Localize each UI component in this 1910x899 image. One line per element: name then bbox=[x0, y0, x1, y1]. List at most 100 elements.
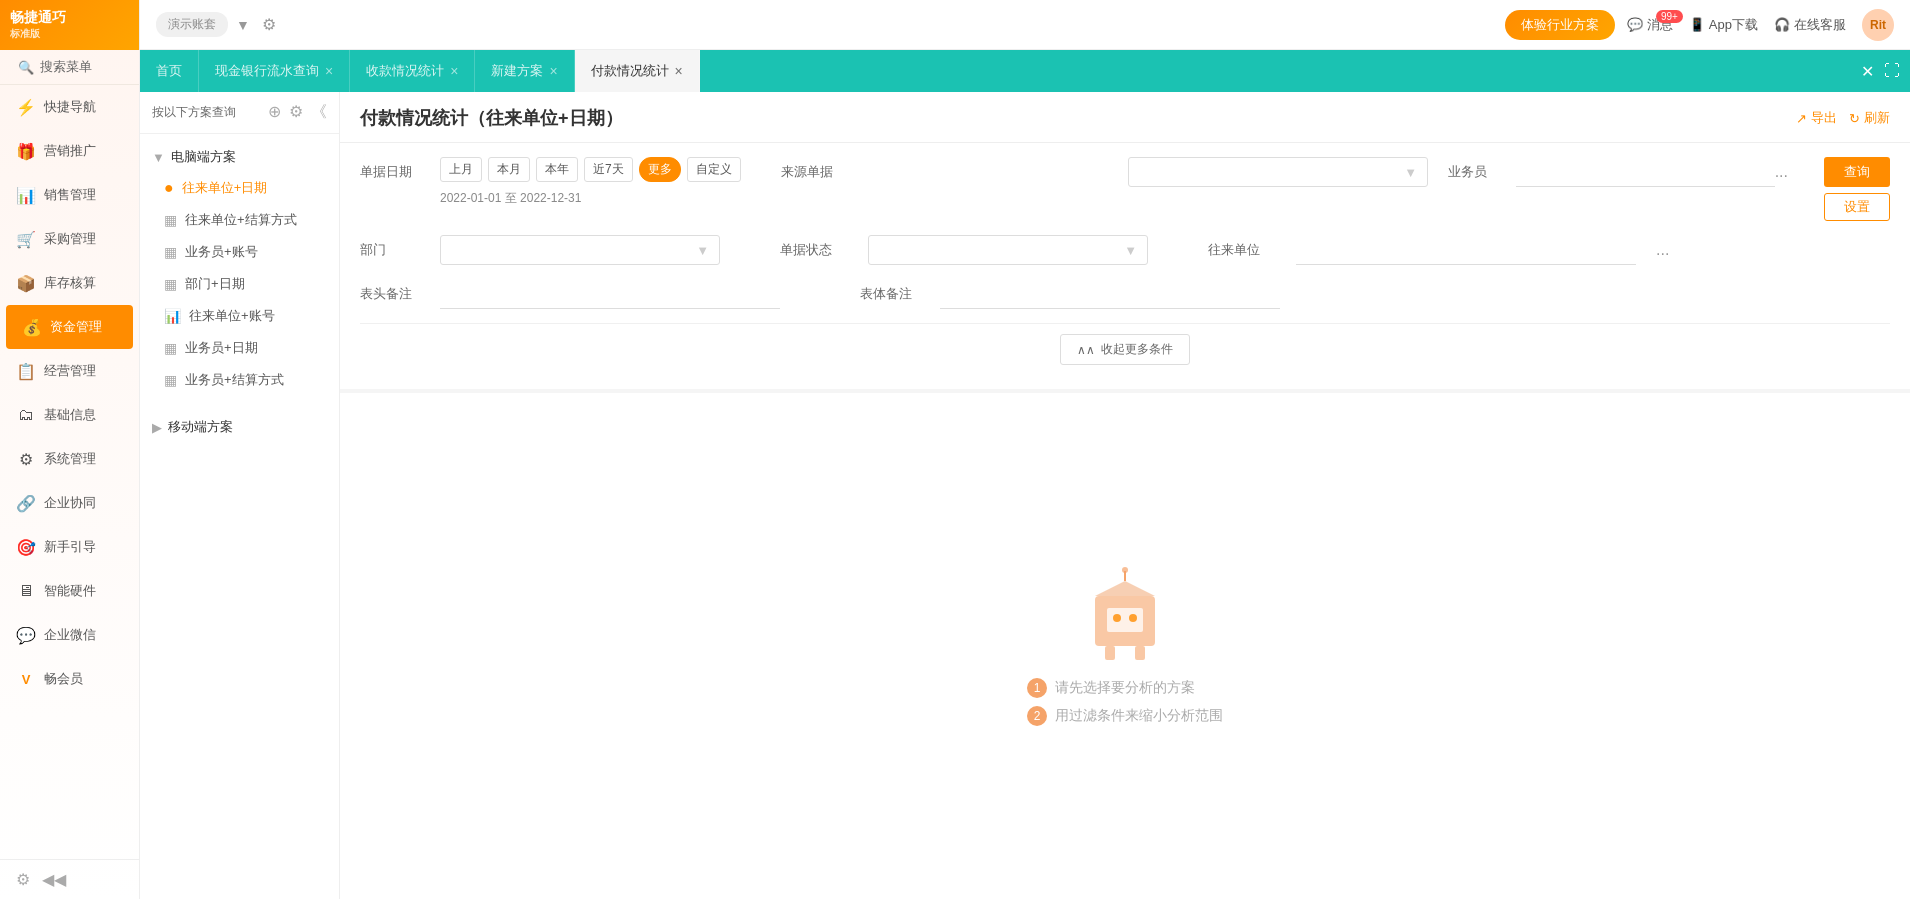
messages-item[interactable]: 💬 消息 99+ bbox=[1627, 16, 1673, 34]
dept-label: 部门 bbox=[360, 235, 420, 265]
empty-illustration bbox=[1065, 566, 1185, 666]
header-remark-input[interactable] bbox=[440, 279, 780, 309]
user-avatar[interactable]: Rit bbox=[1862, 9, 1894, 41]
scheme-item-dept-date[interactable]: ▦ 部门+日期 bbox=[140, 268, 339, 300]
salesperson-ellipsis[interactable]: ... bbox=[1775, 157, 1788, 187]
desktop-scheme-title[interactable]: ▼ 电脑端方案 bbox=[140, 142, 339, 172]
basic-info-icon: 🗂 bbox=[16, 405, 36, 425]
table-icon-4: ▦ bbox=[164, 340, 177, 356]
settings-gear-icon[interactable]: ⚙ bbox=[262, 15, 276, 34]
filter-settings-btn[interactable]: 设置 bbox=[1824, 193, 1890, 221]
purchase-icon: 🛒 bbox=[16, 229, 36, 249]
refresh-btn[interactable]: ↻ 刷新 bbox=[1849, 109, 1890, 127]
nav-item-member[interactable]: V 畅会员 bbox=[0, 657, 139, 701]
scheme-item-partner-date[interactable]: ● 往来单位+日期 bbox=[140, 172, 339, 204]
tab-cash-bank[interactable]: 现金银行流水查询 × bbox=[199, 50, 350, 92]
nav-item-purchase[interactable]: 🛒 采购管理 bbox=[0, 217, 139, 261]
date-group-container: 上月 本月 本年 近7天 更多 自定义 2022-01-01 至 2022-12… bbox=[440, 157, 741, 207]
table-icon-2: ▦ bbox=[164, 244, 177, 260]
scheme-item-salesperson-payment[interactable]: ▦ 业务员+结算方式 bbox=[140, 364, 339, 396]
dept-select[interactable]: ▼ bbox=[440, 235, 720, 265]
nav-item-label: 畅会员 bbox=[44, 670, 83, 688]
order-status-select[interactable]: ▼ bbox=[868, 235, 1148, 265]
tab-new-scheme[interactable]: 新建方案 × bbox=[475, 50, 574, 92]
content-area: 按以下方案查询 ⊕ ⚙ 《 ▼ 电脑端方案 ● 往来单位+日期 ▦ bbox=[140, 92, 1910, 899]
tab-receipts-close[interactable]: × bbox=[450, 63, 458, 79]
nav-item-operations[interactable]: 📋 经营管理 bbox=[0, 349, 139, 393]
svg-marker-1 bbox=[1095, 581, 1155, 596]
collapse-area: ∧∧ 收起更多条件 bbox=[360, 323, 1890, 375]
query-btn[interactable]: 查询 bbox=[1824, 157, 1890, 187]
partner-input[interactable] bbox=[1296, 235, 1636, 265]
date-btn-last-month[interactable]: 上月 bbox=[440, 157, 482, 182]
scheme-item-partner-account[interactable]: 📊 往来单位+账号 bbox=[140, 300, 339, 332]
nav-list: ⚡ 快捷导航 🎁 营销推广 📊 销售管理 🛒 采购管理 📦 库存核算 💰 资金管… bbox=[0, 85, 139, 859]
nav-item-hardware[interactable]: 🖥 智能硬件 bbox=[0, 569, 139, 613]
refresh-icon: ↻ bbox=[1849, 111, 1860, 126]
scheme-item-salesperson-account[interactable]: ▦ 业务员+账号 bbox=[140, 236, 339, 268]
nav-item-marketing[interactable]: 🎁 营销推广 bbox=[0, 129, 139, 173]
nav-item-guide[interactable]: 🎯 新手引导 bbox=[0, 525, 139, 569]
maximize-window-icon[interactable]: ⛶ bbox=[1884, 62, 1900, 80]
source-field: 来源单据 ▼ bbox=[781, 157, 1428, 187]
topbar: 演示账套 ▼ ⚙ 体验行业方案 💬 消息 99+ 📱 App下载 🎧 在线客服 … bbox=[140, 0, 1910, 50]
tab-cash-bank-close[interactable]: × bbox=[325, 63, 333, 79]
nav-item-label: 企业协同 bbox=[44, 494, 96, 512]
mobile-scheme-title[interactable]: ▶ 移动端方案 bbox=[140, 412, 339, 442]
nav-item-inventory[interactable]: 📦 库存核算 bbox=[0, 261, 139, 305]
nav-item-system[interactable]: ⚙ 系统管理 bbox=[0, 437, 139, 481]
svg-rect-8 bbox=[1135, 646, 1145, 660]
date-btn-this-year[interactable]: 本年 bbox=[536, 157, 578, 182]
collapse-sidebar-icon[interactable]: ◀◀ bbox=[42, 870, 66, 889]
tab-bar: 首页 现金银行流水查询 × 收款情况统计 × 新建方案 × 付款情况统计 × ✕… bbox=[140, 50, 1910, 92]
collapse-btn[interactable]: ∧∧ 收起更多条件 bbox=[1060, 334, 1190, 365]
user-area: 演示账套 ▼ ⚙ bbox=[156, 12, 1493, 37]
date-btn-custom[interactable]: 自定义 bbox=[687, 157, 741, 182]
tab-payments-close[interactable]: × bbox=[675, 63, 683, 79]
filter-row-1: 单据日期 上月 本月 本年 近7天 更多 自定义 2022-01-01 至 20… bbox=[360, 157, 1890, 221]
collapse-panel-icon[interactable]: 《 bbox=[311, 102, 327, 123]
app-download-item[interactable]: 📱 App下载 bbox=[1689, 16, 1758, 34]
scheme-settings-icon[interactable]: ⚙ bbox=[289, 102, 303, 123]
page-header: 付款情况统计（往来单位+日期） ↗ 导出 ↻ 刷新 bbox=[340, 92, 1910, 143]
online-service-item[interactable]: 🎧 在线客服 bbox=[1774, 16, 1846, 34]
svg-rect-7 bbox=[1105, 646, 1115, 660]
export-btn[interactable]: ↗ 导出 bbox=[1796, 109, 1837, 127]
tab-receipts[interactable]: 收款情况统计 × bbox=[350, 50, 475, 92]
body-remark-input[interactable] bbox=[940, 279, 1280, 309]
source-select[interactable]: ▼ bbox=[1128, 157, 1428, 187]
tab-payments[interactable]: 付款情况统计 × bbox=[575, 50, 700, 92]
nav-item-collab[interactable]: 🔗 企业协同 bbox=[0, 481, 139, 525]
nav-item-label: 采购管理 bbox=[44, 230, 96, 248]
scheme-item-partner-payment[interactable]: ▦ 往来单位+结算方式 bbox=[140, 204, 339, 236]
tab-home[interactable]: 首页 bbox=[140, 50, 199, 92]
order-status-label: 单据状态 bbox=[780, 235, 840, 265]
quick-nav-icon: ⚡ bbox=[16, 97, 36, 117]
salesperson-input[interactable] bbox=[1516, 157, 1775, 187]
date-btn-this-month[interactable]: 本月 bbox=[488, 157, 530, 182]
expand-mobile-icon: ▶ bbox=[152, 420, 162, 435]
trial-btn[interactable]: 体验行业方案 bbox=[1505, 10, 1615, 40]
nav-item-quick[interactable]: ⚡ 快捷导航 bbox=[0, 85, 139, 129]
nav-item-basic-info[interactable]: 🗂 基础信息 bbox=[0, 393, 139, 437]
nav-item-wechat[interactable]: 💬 企业微信 bbox=[0, 613, 139, 657]
app-name: 畅捷通巧 bbox=[10, 9, 66, 27]
tab-new-scheme-close[interactable]: × bbox=[549, 63, 557, 79]
scheme-item-salesperson-date[interactable]: ▦ 业务员+日期 bbox=[140, 332, 339, 364]
mobile-scheme-section: ▶ 移动端方案 bbox=[140, 404, 339, 450]
settings-icon[interactable]: ⚙ bbox=[16, 870, 30, 889]
search-menu-item[interactable]: 🔍 搜索菜单 bbox=[0, 50, 139, 85]
partner-ellipsis[interactable]: ... bbox=[1656, 235, 1669, 265]
hint-number-1: 1 bbox=[1027, 678, 1047, 698]
add-scheme-icon[interactable]: ⊕ bbox=[268, 102, 281, 123]
nav-item-sales[interactable]: 📊 销售管理 bbox=[0, 173, 139, 217]
date-btn-more[interactable]: 更多 bbox=[639, 157, 681, 182]
message-icon: 💬 bbox=[1627, 17, 1643, 32]
user-dropdown-arrow[interactable]: ▼ bbox=[236, 17, 250, 33]
filter-row-2: 部门 ▼ 单据状态 ▼ 往来单位 ... bbox=[360, 235, 1890, 265]
svg-point-4 bbox=[1129, 614, 1137, 622]
scheme-panel-icons: ⊕ ⚙ 《 bbox=[268, 102, 327, 123]
date-btn-7days[interactable]: 近7天 bbox=[584, 157, 633, 182]
close-window-icon[interactable]: ✕ bbox=[1861, 62, 1874, 81]
nav-item-finance[interactable]: 💰 资金管理 bbox=[6, 305, 133, 349]
